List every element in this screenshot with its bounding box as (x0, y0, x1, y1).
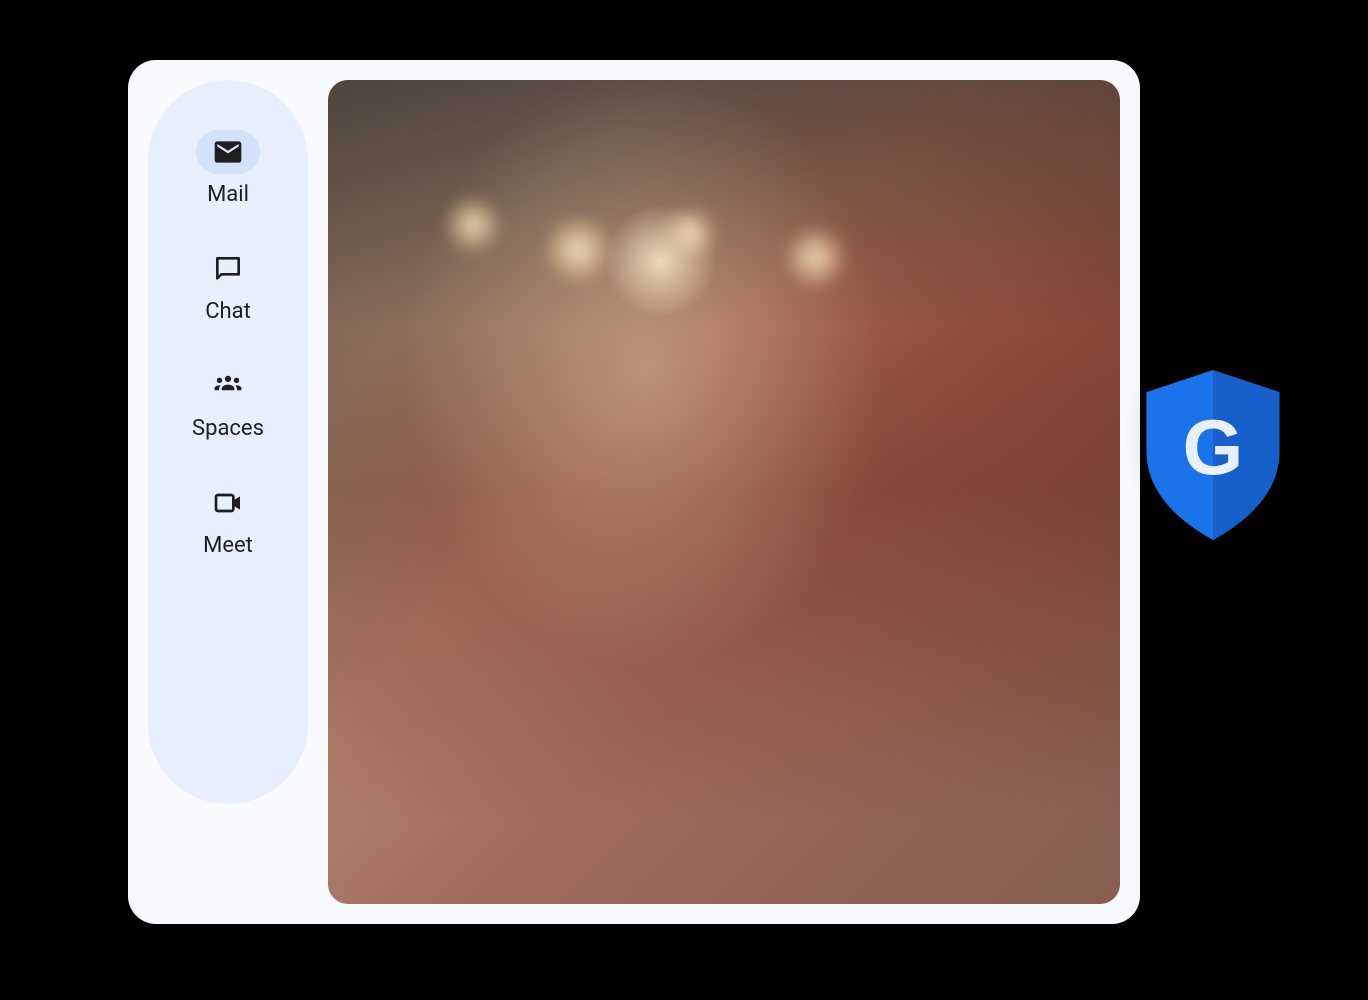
sidebar-label-spaces: Spaces (192, 416, 264, 441)
sidebar-label-mail: Mail (207, 182, 249, 207)
security-shield-badge: G (1138, 370, 1288, 540)
sidebar-label-chat: Chat (205, 299, 251, 324)
hero-image-lights (408, 160, 1008, 360)
hero-image (328, 80, 1120, 904)
mail-icon (212, 136, 244, 168)
app-sidebar: Mail Chat Spaces (148, 80, 308, 804)
app-card: Mail Chat Spaces (128, 60, 1140, 924)
meet-icon-wrapper (196, 481, 260, 525)
chat-icon (212, 253, 244, 285)
chat-icon-wrapper (196, 247, 260, 291)
sidebar-label-meet: Meet (203, 533, 253, 558)
sidebar-item-mail[interactable]: Mail (196, 130, 260, 207)
sidebar-item-chat[interactable]: Chat (196, 247, 260, 324)
meet-icon (212, 487, 244, 519)
sidebar-item-meet[interactable]: Meet (196, 481, 260, 558)
google-g-letter: G (1183, 402, 1244, 493)
mail-icon-wrapper (196, 130, 260, 174)
sidebar-item-spaces[interactable]: Spaces (192, 364, 264, 441)
spaces-icon (211, 369, 245, 403)
spaces-icon-wrapper (196, 364, 260, 408)
